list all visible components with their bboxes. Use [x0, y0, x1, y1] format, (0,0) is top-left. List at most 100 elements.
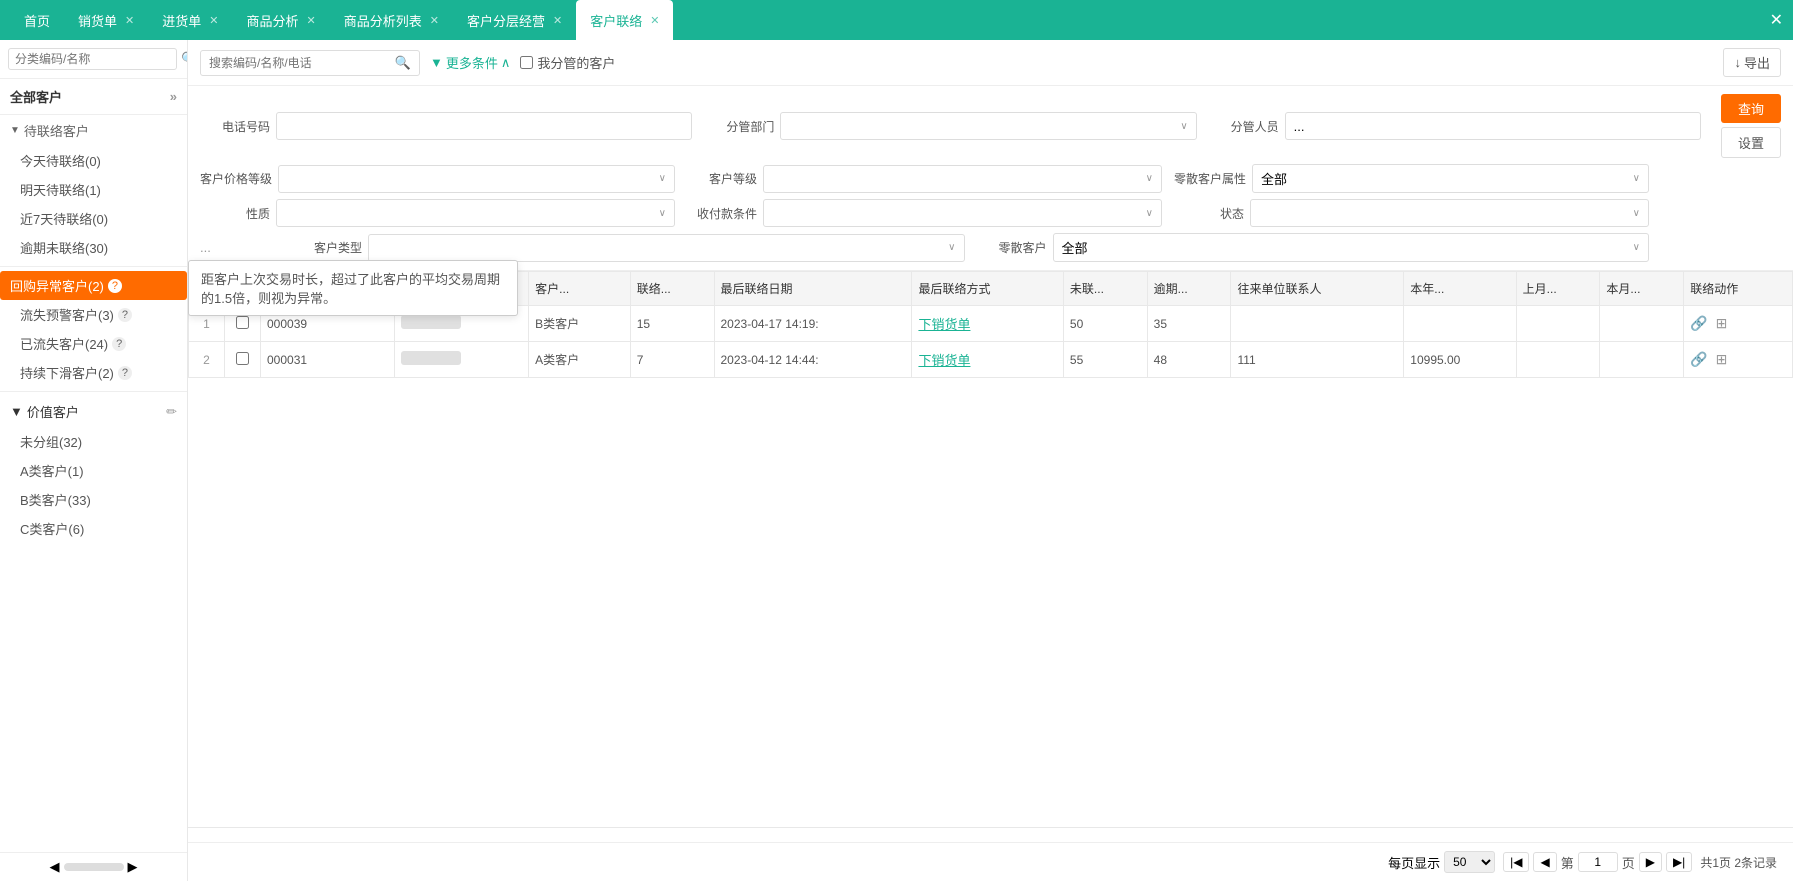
page-nav: |◀ ◀ 第 页 ▶ ▶|	[1503, 852, 1692, 872]
row2-last-contact-date: 2023-04-12 14:44:	[714, 342, 912, 378]
col-this-year[interactable]: 本年...	[1404, 272, 1516, 306]
sidebar-item-ungrouped[interactable]: 未分组(32)	[0, 427, 187, 456]
nav-sales[interactable]: 销货单 ✕	[64, 0, 148, 40]
col-this-month[interactable]: 本月...	[1600, 272, 1684, 306]
nav-product-analysis-list[interactable]: 商品分析列表 ✕	[330, 0, 453, 40]
sidebar-item-churned[interactable]: 已流失客户(24) ?	[0, 329, 187, 358]
sidebar-item-churn-warning[interactable]: 流失预警客户(3) ?	[0, 300, 187, 329]
last-page-button[interactable]: ▶|	[1666, 852, 1692, 872]
row1-grid-icon[interactable]: ⊞	[1716, 315, 1728, 332]
sidebar-collapse-button[interactable]: »	[170, 89, 177, 104]
retail-customer-select[interactable]: 全部 ∨	[1053, 233, 1650, 262]
price-grade-select[interactable]: ∨	[278, 165, 675, 193]
prev-page-button[interactable]: ◀	[1533, 852, 1556, 872]
row2-overdue: 48	[1147, 342, 1231, 378]
row2-contact-count: 7	[630, 342, 714, 378]
close-product-analysis-icon[interactable]: ✕	[307, 14, 316, 27]
dept-select[interactable]: ∨	[780, 112, 1196, 140]
row2-customer-type: A类客户	[529, 342, 631, 378]
status-arrow-icon: ∨	[1633, 208, 1640, 219]
row1-overdue: 35	[1147, 306, 1231, 342]
nav-customer-contact[interactable]: 客户联络 ✕	[576, 0, 673, 40]
sidebar-value-group-header[interactable]: ▼ 价值客户 ✏	[0, 396, 187, 427]
col-customer-type[interactable]: 客户...	[529, 272, 631, 306]
next-page-button[interactable]: ▶	[1639, 852, 1662, 872]
first-page-button[interactable]: |◀	[1503, 852, 1529, 872]
sidebar-item-b-class[interactable]: B类客户(33)	[0, 485, 187, 514]
row2-uncontacted: 55	[1063, 342, 1147, 378]
filter-status: 状态 ∨	[1174, 199, 1649, 227]
retail-attr-select[interactable]: 全部 ∨	[1252, 164, 1649, 193]
sidebar-prev-icon[interactable]: ◀	[50, 859, 60, 875]
customer-grade-label: 客户等级	[687, 170, 757, 187]
col-unit-contact[interactable]: 往来单位联系人	[1231, 272, 1404, 306]
nav-purchase[interactable]: 进货单 ✕	[148, 0, 232, 40]
status-label: 状态	[1174, 205, 1244, 222]
main-search-icon[interactable]: 🔍	[395, 55, 411, 71]
row2-code: 000031	[261, 342, 395, 378]
col-overdue[interactable]: 逾期...	[1147, 272, 1231, 306]
sidebar-next-icon[interactable]: ▶	[128, 859, 138, 875]
row2-this-year: 10995.00	[1404, 342, 1516, 378]
table-row: 2 000031 A类客户 7 2023-04-12 14:44: 下销货单 5…	[189, 342, 1793, 378]
sidebar-item-7days[interactable]: 近7天待联络(0)	[0, 204, 187, 233]
sidebar-item-today[interactable]: 今天待联络(0)	[0, 146, 187, 175]
more-filter-button[interactable]: ▼ 更多条件 ∧	[430, 53, 510, 72]
sidebar-search-icon[interactable]: 🔍	[181, 51, 188, 67]
per-page-select[interactable]: 50 100 200	[1444, 851, 1495, 873]
query-button[interactable]: 查询	[1721, 94, 1781, 123]
my-customer-checkbox[interactable]	[520, 56, 533, 69]
row2-link-icon[interactable]: 🔗	[1690, 351, 1707, 368]
close-sales-icon[interactable]: ✕	[125, 14, 134, 27]
nav-customer-layer[interactable]: 客户分层经营 ✕	[453, 0, 576, 40]
close-customer-contact-icon[interactable]: ✕	[650, 14, 659, 27]
sidebar-search-input[interactable]	[8, 48, 177, 70]
staff-label: 分管人员	[1209, 118, 1279, 135]
sidebar-item-tomorrow[interactable]: 明天待联络(1)	[0, 175, 187, 204]
close-customer-layer-icon[interactable]: ✕	[553, 14, 562, 27]
customer-type-select[interactable]: ∨	[368, 234, 965, 262]
sidebar-item-a-class[interactable]: A类客户(1)	[0, 456, 187, 485]
sidebar-scroll-bar[interactable]	[64, 863, 124, 871]
more-dots-label[interactable]: ...	[200, 240, 211, 255]
sidebar-item-abnormal[interactable]: 回购异常客户(2) ?	[0, 271, 187, 300]
horizontal-scrollbar[interactable]	[188, 828, 1793, 842]
sidebar-item-c-class[interactable]: C类客户(6)	[0, 514, 187, 543]
payment-select[interactable]: ∨	[763, 199, 1162, 227]
row2-select-checkbox[interactable]	[236, 352, 249, 365]
page-number-input[interactable]	[1578, 852, 1618, 872]
sidebar-pending-section[interactable]: ▼ 待联络客户	[0, 115, 187, 146]
col-last-month[interactable]: 上月...	[1516, 272, 1600, 306]
sidebar-item-declining[interactable]: 持续下滑客户(2) ?	[0, 358, 187, 387]
close-purchase-icon[interactable]: ✕	[209, 14, 218, 27]
row1-link-icon[interactable]: 🔗	[1690, 315, 1707, 332]
customer-grade-select[interactable]: ∨	[763, 165, 1162, 193]
filter-staff: 分管人员 ...	[1209, 112, 1701, 140]
gender-select[interactable]: ∨	[276, 199, 675, 227]
row2-last-contact-method[interactable]: 下销货单	[912, 342, 1063, 378]
value-edit-icon[interactable]: ✏	[166, 404, 177, 420]
my-customer-checkbox-area: 我分管的客户	[520, 53, 615, 72]
close-product-analysis-list-icon[interactable]: ✕	[430, 14, 439, 27]
row2-grid-icon[interactable]: ⊞	[1716, 351, 1728, 368]
filter-customer-grade: 客户等级 ∨	[687, 165, 1162, 193]
row1-last-contact-method[interactable]: 下销货单	[912, 306, 1063, 342]
export-button[interactable]: ↓ 导出	[1723, 48, 1781, 77]
staff-select[interactable]: ...	[1285, 112, 1701, 140]
window-close-button[interactable]: ✕	[1770, 10, 1783, 30]
sidebar-item-overdue[interactable]: 逾期未联络(30)	[0, 233, 187, 262]
nav-home[interactable]: 首页	[10, 0, 64, 40]
col-last-contact-method[interactable]: 最后联络方式	[912, 272, 1063, 306]
tooltip-box: 距客户上次交易时长，超过了此客户的平均交易周期的1.5倍，则视为异常。	[188, 260, 518, 316]
col-last-contact-date[interactable]: 最后联络日期	[714, 272, 912, 306]
col-uncontacted[interactable]: 未联...	[1063, 272, 1147, 306]
main-search-input[interactable]	[209, 56, 391, 70]
sidebar-all-customers-header[interactable]: 全部客户 »	[0, 79, 187, 115]
more-filter-arrow-icon: ∧	[501, 55, 511, 71]
status-select[interactable]: ∨	[1250, 199, 1649, 227]
row1-select-checkbox[interactable]	[236, 316, 249, 329]
col-contact-count[interactable]: 联络...	[630, 272, 714, 306]
nav-product-analysis[interactable]: 商品分析 ✕	[232, 0, 329, 40]
setting-button[interactable]: 设置	[1721, 127, 1781, 158]
phone-input[interactable]	[276, 112, 692, 140]
